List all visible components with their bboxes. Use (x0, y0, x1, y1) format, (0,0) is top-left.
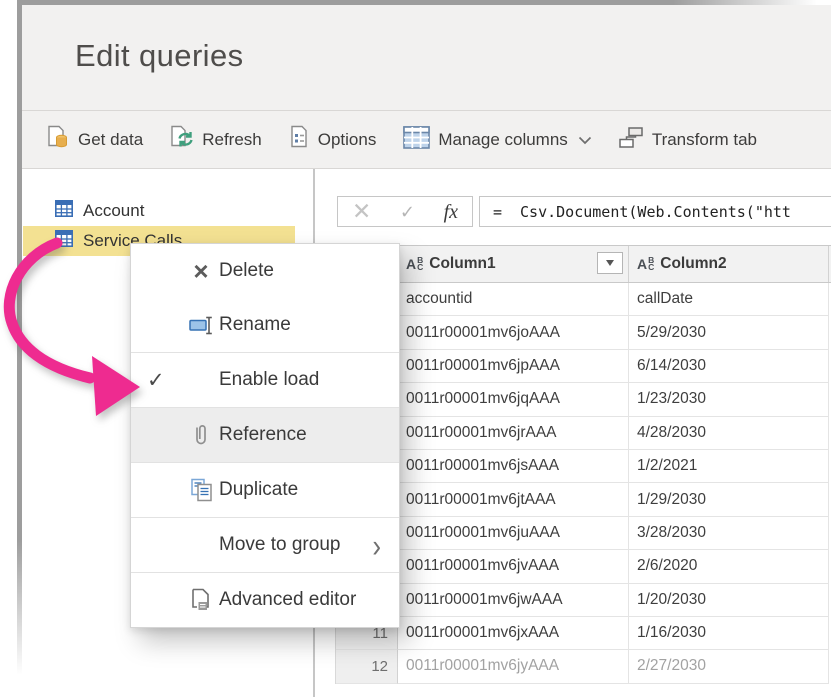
refresh-icon (170, 125, 194, 155)
menu-item-advanced-editor[interactable]: Advanced editor (131, 573, 399, 627)
toolbar: Get data Refresh (22, 111, 831, 169)
refresh-button[interactable]: Refresh (170, 125, 262, 155)
menu-item-label: Enable load (219, 369, 319, 391)
manage-columns-icon (403, 126, 430, 154)
table-row: 2 0011r00001mv6joAAA 5/29/2030 (336, 316, 831, 349)
cell-column1[interactable]: 0011r00001mv6juAAA (398, 517, 629, 550)
cell-column1[interactable]: 0011r00001mv6jxAAA (398, 617, 629, 650)
cell-column2[interactable]: 2/6/2020 (629, 550, 829, 583)
cell-column1[interactable]: 0011r00001mv6jtAAA (398, 483, 629, 516)
column2-header[interactable]: A BC Column2 (629, 246, 829, 282)
table-row: 11 0011r00001mv6jxAAA 1/16/2030 (336, 617, 831, 650)
cell-column1[interactable]: 0011r00001mv6jpAAA (398, 350, 629, 383)
column2-header-label: Column2 (660, 255, 726, 273)
refresh-label: Refresh (202, 130, 262, 150)
table-row: 9 0011r00001mv6jvAAA 2/6/2020 (336, 550, 831, 583)
formula-text: Csv.Document(Web.Contents("htt (520, 203, 791, 221)
menu-item-move-to-group[interactable]: Move to group › (131, 518, 399, 572)
rename-icon (183, 316, 219, 335)
paperclip-icon (183, 423, 219, 447)
column1-header[interactable]: A BC Column1 (398, 246, 629, 282)
cell-column2[interactable]: 6/14/2030 (629, 350, 829, 383)
menu-item-label: Reference (219, 424, 307, 446)
submenu-chevron-icon: › (372, 529, 381, 562)
table-header-row: A BC Column1 A BC Column2 (336, 245, 831, 283)
get-data-label: Get data (78, 130, 143, 150)
cell-column1[interactable]: 0011r00001mv6jqAAA (398, 383, 629, 416)
page-title: Edit queries (75, 38, 244, 74)
power-query-edit-queries-window: Edit queries Get data (0, 0, 831, 697)
cell-column1[interactable]: 0011r00001mv6jvAAA (398, 550, 629, 583)
formula-bar-buttons: ✕ ✓ fx (337, 196, 473, 227)
table-row: 12 0011r00001mv6jyAAA 2/27/2030 (336, 650, 831, 683)
text-type-icon: A BC (406, 257, 423, 272)
menu-item-label: Rename (219, 314, 291, 336)
cell-column2[interactable]: 4/28/2030 (629, 417, 829, 450)
fx-icon[interactable]: fx (444, 202, 458, 222)
menu-item-duplicate[interactable]: Duplicate (131, 463, 399, 517)
table-row: 4 0011r00001mv6jqAAA 1/23/2030 (336, 383, 831, 416)
text-type-icon: A BC (637, 257, 654, 272)
table-row: 3 0011r00001mv6jpAAA 6/14/2030 (336, 350, 831, 383)
table-row: 7 0011r00001mv6jtAAA 1/29/2030 (336, 483, 831, 516)
cell-column2[interactable]: 1/16/2030 (629, 617, 829, 650)
options-label: Options (318, 130, 377, 150)
row-number[interactable]: 12 (336, 650, 398, 683)
column1-filter-button[interactable] (597, 252, 623, 274)
cell-column1[interactable]: 0011r00001mv6jyAAA (398, 650, 629, 683)
formula-equals: = (480, 203, 520, 221)
get-data-button[interactable]: Get data (47, 125, 143, 155)
formula-input[interactable]: = Csv.Document(Web.Contents("htt (479, 196, 831, 227)
cell-column1[interactable]: 0011r00001mv6jwAAA (398, 584, 629, 617)
options-icon (289, 125, 310, 155)
table-row: 5 0011r00001mv6jrAAA 4/28/2030 (336, 417, 831, 450)
cell-column2[interactable]: 1/29/2030 (629, 483, 829, 516)
cell-column2[interactable]: 1/20/2030 (629, 584, 829, 617)
cell-column2[interactable]: callDate (629, 283, 829, 316)
filter-arrow-icon (606, 260, 614, 266)
chevron-down-icon (578, 130, 592, 150)
annotation-arrow (0, 215, 175, 425)
confirm-formula-button[interactable]: ✓ (400, 203, 415, 221)
title-bar: Edit queries (22, 5, 831, 111)
cancel-formula-button[interactable]: ✕ (352, 200, 371, 223)
cell-column2[interactable]: 2/27/2030 (629, 650, 829, 683)
table-row: 8 0011r00001mv6juAAA 3/28/2030 (336, 517, 831, 550)
transform-table-button[interactable]: Transform tab (619, 127, 757, 153)
transform-table-icon (619, 127, 644, 153)
table-row: 1 accountid callDate (336, 283, 831, 316)
cell-column2[interactable]: 3/28/2030 (629, 517, 829, 550)
cell-column2[interactable]: 1/23/2030 (629, 383, 829, 416)
transform-table-label: Transform tab (652, 130, 757, 150)
table-body: 1 accountid callDate 2 0011r00001mv6joAA… (336, 283, 831, 684)
cell-column1[interactable]: 0011r00001mv6jrAAA (398, 417, 629, 450)
cell-column1[interactable]: accountid (398, 283, 629, 316)
cell-column2[interactable]: 5/29/2030 (629, 316, 829, 349)
data-preview-table: A BC Column1 A BC Column2 1 accountid ca… (335, 245, 831, 684)
menu-item-label: Delete (219, 260, 274, 282)
get-data-icon (47, 125, 70, 155)
duplicate-icon (183, 478, 219, 502)
table-row: 6 0011r00001mv6jsAAA 1/2/2021 (336, 450, 831, 483)
column1-header-label: Column1 (429, 255, 495, 273)
advanced-editor-icon (183, 588, 219, 612)
menu-item-label: Move to group (219, 534, 340, 556)
cell-column2[interactable]: 1/2/2021 (629, 450, 829, 483)
manage-columns-label: Manage columns (438, 130, 567, 150)
delete-icon: × (183, 258, 219, 284)
options-button[interactable]: Options (289, 125, 377, 155)
manage-columns-button[interactable]: Manage columns (403, 126, 591, 154)
table-row: 10 0011r00001mv6jwAAA 1/20/2030 (336, 584, 831, 617)
menu-item-label: Duplicate (219, 479, 298, 501)
cell-column1[interactable]: 0011r00001mv6joAAA (398, 316, 629, 349)
menu-item-label: Advanced editor (219, 589, 356, 611)
cell-column1[interactable]: 0011r00001mv6jsAAA (398, 450, 629, 483)
